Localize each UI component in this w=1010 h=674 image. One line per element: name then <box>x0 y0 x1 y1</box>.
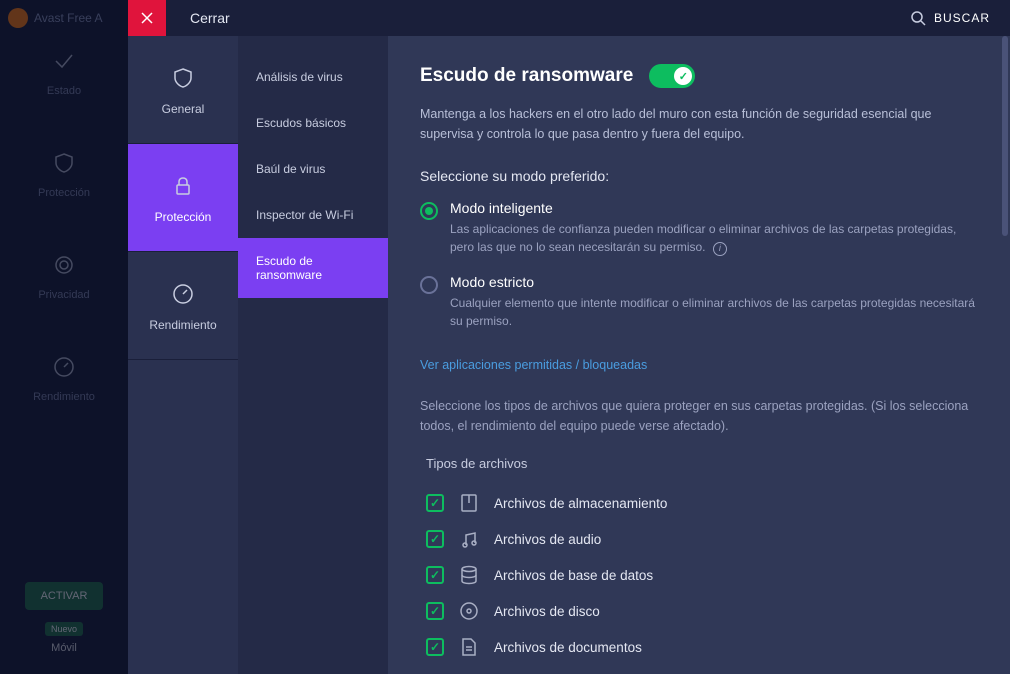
submenu-ransomware[interactable]: Escudo de ransomware <box>238 238 388 298</box>
logo-area: Avast Free A <box>0 8 128 28</box>
types-header: Tipos de archivos <box>420 456 978 471</box>
checkbox-checked-icon[interactable] <box>426 638 444 656</box>
types-note: Seleccione los tipos de archivos que qui… <box>420 396 978 436</box>
checkbox-checked-icon[interactable] <box>426 566 444 584</box>
bg-nav-label: Privacidad <box>38 289 89 301</box>
type-label: Archivos de disco <box>494 604 600 619</box>
apps-link[interactable]: Ver aplicaciones permitidas / bloqueadas <box>420 358 647 372</box>
search-label: BUSCAR <box>934 11 990 25</box>
tab-proteccion[interactable]: Protección <box>128 144 238 252</box>
bg-nav-rendimiento: Rendimiento <box>33 351 95 403</box>
topbar: Avast Free A Cerrar BUSCAR <box>0 0 1010 36</box>
shield-icon <box>169 64 197 92</box>
checkbox-checked-icon[interactable] <box>426 494 444 512</box>
page-description: Mantenga a los hackers en el otro lado d… <box>420 104 978 144</box>
check-icon <box>48 45 80 77</box>
tab-label: Rendimiento <box>149 318 216 332</box>
bg-nav-estado: Estado <box>47 45 81 97</box>
bg-nav-label: Protección <box>38 187 90 199</box>
avast-logo-icon <box>8 8 28 28</box>
close-button[interactable] <box>128 0 166 36</box>
radio-checked-icon <box>420 202 438 220</box>
ransomware-toggle[interactable] <box>649 64 695 88</box>
info-icon[interactable]: i <box>713 242 727 256</box>
search-icon <box>910 10 926 26</box>
checkbox-checked-icon[interactable] <box>426 530 444 548</box>
movil-label: Móvil <box>51 642 77 654</box>
gauge-icon <box>48 351 80 383</box>
mode-strict-desc: Cualquier elemento que intente modificar… <box>450 294 978 330</box>
disc-icon <box>458 601 480 621</box>
page-title: Escudo de ransomware <box>420 65 633 87</box>
content-area: Escudo de ransomware Mantenga a los hack… <box>388 36 1010 674</box>
activate-button: ACTIVAR <box>25 582 104 610</box>
tab-label: Protección <box>155 210 212 224</box>
new-badge: Nuevo <box>45 622 83 636</box>
settings-tabs: General Protección Rendimiento <box>128 36 238 674</box>
bg-nav-label: Estado <box>47 85 81 97</box>
type-row[interactable]: Archivos de documentos <box>420 629 978 665</box>
radio-unchecked-icon <box>420 276 438 294</box>
document-icon <box>458 637 480 657</box>
checkbox-checked-icon[interactable] <box>426 602 444 620</box>
submenu-baul[interactable]: Baúl de virus <box>238 146 388 192</box>
shield-icon <box>48 147 80 179</box>
mode-section-title: Seleccione su modo preferido: <box>420 168 978 184</box>
app-name: Avast Free A <box>34 11 102 25</box>
tab-general[interactable]: General <box>128 36 238 144</box>
submenu-wifi[interactable]: Inspector de Wi-Fi <box>238 192 388 238</box>
bg-nav-proteccion: Protección <box>38 147 90 199</box>
type-row[interactable]: Archivos de almacenamiento <box>420 485 978 521</box>
lock-icon <box>169 172 197 200</box>
type-row[interactable]: Archivos de audio <box>420 521 978 557</box>
background-sidebar: Estado Protección Privacidad Rendimiento… <box>0 0 128 674</box>
archive-icon <box>458 493 480 513</box>
panel-title: Cerrar <box>190 10 230 26</box>
type-label: Archivos de audio <box>494 532 601 547</box>
bg-nav-label: Rendimiento <box>33 391 95 403</box>
mode-smart-desc: Las aplicaciones de confianza pueden mod… <box>450 220 978 256</box>
submenu: Análisis de virus Escudos básicos Baúl d… <box>238 36 388 674</box>
mode-strict-title: Modo estricto <box>450 274 978 290</box>
mode-smart-option[interactable]: Modo inteligente Las aplicaciones de con… <box>420 200 978 256</box>
gauge-icon <box>169 280 197 308</box>
type-label: Archivos de documentos <box>494 640 642 655</box>
tab-label: General <box>162 102 205 116</box>
toggle-knob <box>674 67 692 85</box>
type-row[interactable]: Archivos de disco <box>420 593 978 629</box>
database-icon <box>458 565 480 585</box>
submenu-escudos[interactable]: Escudos básicos <box>238 100 388 146</box>
scrollbar[interactable] <box>1002 36 1008 236</box>
music-icon <box>458 529 480 549</box>
type-label: Archivos de almacenamiento <box>494 496 667 511</box>
type-row[interactable]: Archivos de base de datos <box>420 557 978 593</box>
type-label: Archivos de base de datos <box>494 568 653 583</box>
submenu-analisis[interactable]: Análisis de virus <box>238 54 388 100</box>
type-row[interactable]: Archivos de imagen <box>420 665 978 674</box>
close-icon <box>140 11 154 25</box>
mode-smart-title: Modo inteligente <box>450 200 978 216</box>
fingerprint-icon <box>48 249 80 281</box>
mode-strict-option[interactable]: Modo estricto Cualquier elemento que int… <box>420 274 978 330</box>
search-button[interactable]: BUSCAR <box>910 0 990 36</box>
tab-rendimiento[interactable]: Rendimiento <box>128 252 238 360</box>
bg-nav-privacidad: Privacidad <box>38 249 89 301</box>
